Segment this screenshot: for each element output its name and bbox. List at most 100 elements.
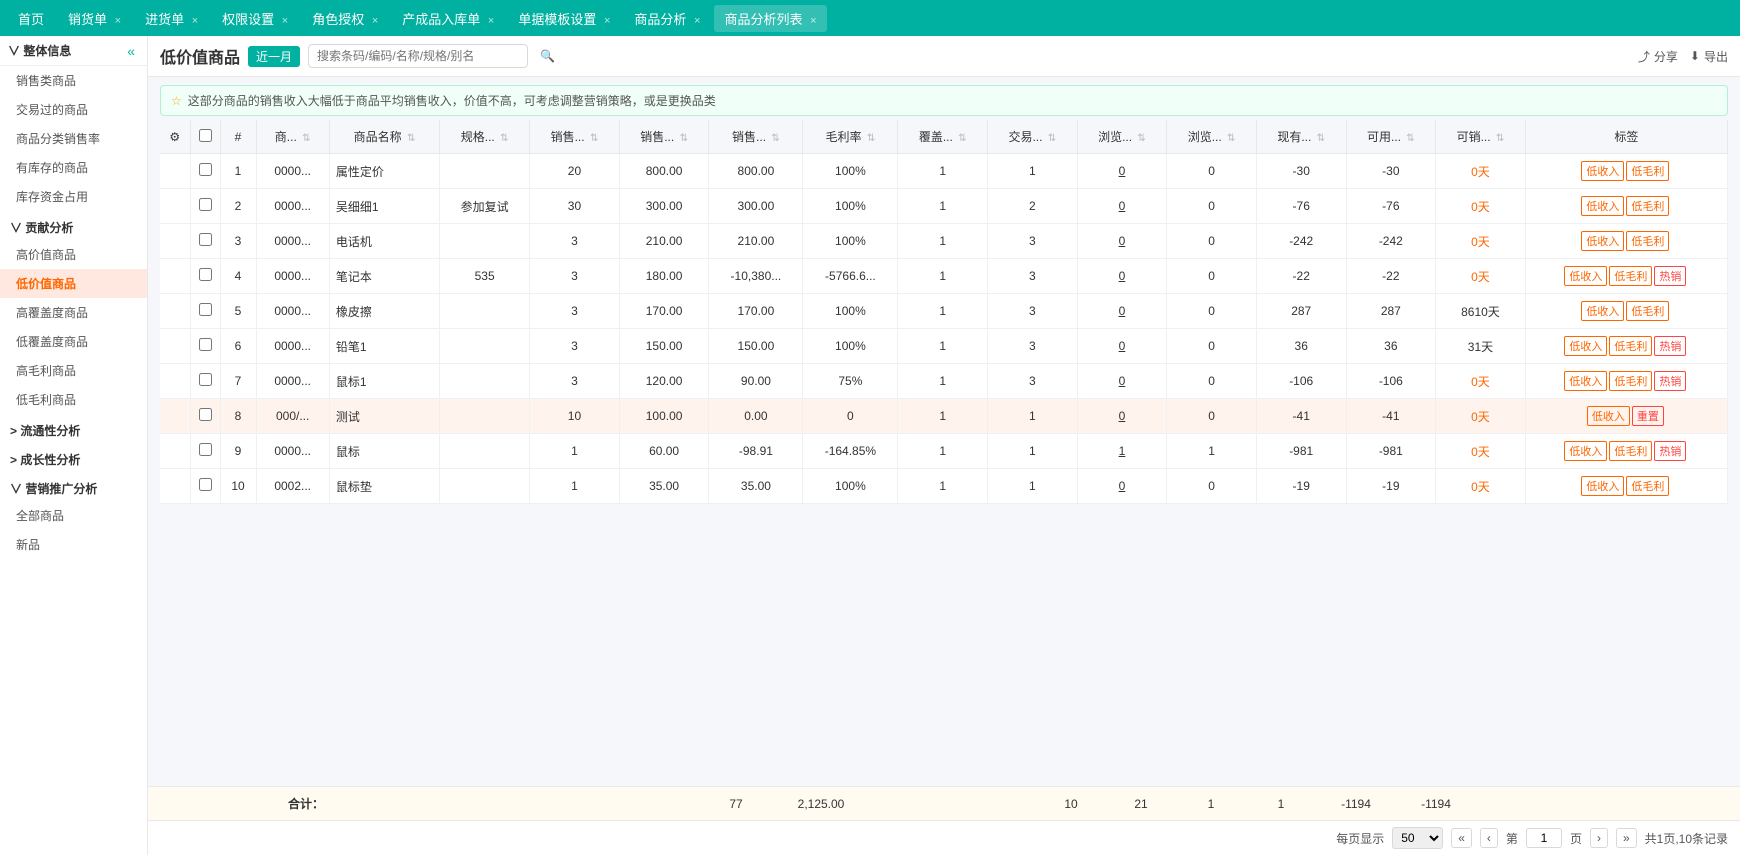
gear-cell[interactable]: [160, 294, 190, 329]
last-page-btn[interactable]: »: [1616, 828, 1637, 848]
row-code: 0000...: [256, 224, 329, 259]
nav-item-perm[interactable]: 权限设置 ×: [212, 5, 298, 32]
sidebar-collapse-btn[interactable]: «: [123, 43, 139, 59]
tag-badge: 低收入: [1581, 196, 1624, 216]
checkbox-cell[interactable]: [190, 469, 220, 504]
row-view1[interactable]: 0: [1077, 329, 1167, 364]
sidebar-item-high-coverage[interactable]: 高覆盖度商品: [0, 298, 147, 327]
search-input[interactable]: [308, 44, 528, 68]
col-view1[interactable]: 浏览... ⇅: [1077, 120, 1167, 154]
gear-cell[interactable]: [160, 224, 190, 259]
nav-item-purchase[interactable]: 进货单 ×: [135, 5, 208, 32]
checkbox-cell[interactable]: [190, 189, 220, 224]
row-view1[interactable]: 0: [1077, 399, 1167, 434]
sidebar-item-stock-capital[interactable]: 库存资金占用: [0, 182, 147, 211]
row-cov: 1: [898, 364, 988, 399]
gear-cell[interactable]: [160, 329, 190, 364]
row-checkbox[interactable]: [199, 233, 212, 246]
row-checkbox[interactable]: [199, 478, 212, 491]
gear-cell[interactable]: [160, 434, 190, 469]
row-view1[interactable]: 1: [1077, 434, 1167, 469]
col-sales-qty[interactable]: 销售... ⇅: [530, 120, 620, 154]
checkbox-cell[interactable]: [190, 224, 220, 259]
sidebar-item-traded-goods[interactable]: 交易过的商品: [0, 95, 147, 124]
row-checkbox[interactable]: [199, 163, 212, 176]
sidebar-item-high-profit[interactable]: 高毛利商品: [0, 356, 147, 385]
checkbox-cell[interactable]: [190, 399, 220, 434]
checkbox-cell[interactable]: [190, 364, 220, 399]
row-days: 0天: [1436, 434, 1526, 469]
col-code[interactable]: 商... ⇅: [256, 120, 329, 154]
col-gross-rate[interactable]: 毛利率 ⇅: [803, 120, 898, 154]
table-row: 2 0000... 吴细细1 参加复试 30 300.00 300.00 100…: [160, 189, 1728, 224]
col-stock3[interactable]: 可销... ⇅: [1436, 120, 1526, 154]
col-trade[interactable]: 交易... ⇅: [988, 120, 1078, 154]
row-checkbox[interactable]: [199, 373, 212, 386]
sidebar-item-low-value[interactable]: 低价值商品: [0, 269, 147, 298]
gear-cell[interactable]: [160, 189, 190, 224]
gear-cell[interactable]: [160, 259, 190, 294]
sidebar-group-growth[interactable]: > 成长性分析: [0, 443, 147, 472]
col-view2[interactable]: 浏览... ⇅: [1167, 120, 1257, 154]
col-stock2[interactable]: 可用... ⇅: [1346, 120, 1436, 154]
col-gear[interactable]: ⚙: [160, 120, 190, 154]
row-checkbox[interactable]: [199, 303, 212, 316]
row-checkbox[interactable]: [199, 338, 212, 351]
sidebar-item-all-goods[interactable]: 全部商品: [0, 501, 147, 530]
row-view1[interactable]: 0: [1077, 224, 1167, 259]
sidebar-item-stock-goods[interactable]: 有库存的商品: [0, 153, 147, 182]
checkbox-cell[interactable]: [190, 294, 220, 329]
gear-cell[interactable]: [160, 399, 190, 434]
col-sales-profit[interactable]: 销售... ⇅: [709, 120, 803, 154]
sidebar-item-category-rate[interactable]: 商品分类销售率: [0, 124, 147, 153]
col-stock1[interactable]: 现有... ⇅: [1256, 120, 1346, 154]
checkbox-cell[interactable]: [190, 434, 220, 469]
col-spec[interactable]: 规格... ⇅: [440, 120, 530, 154]
row-checkbox[interactable]: [199, 443, 212, 456]
gear-cell[interactable]: [160, 364, 190, 399]
checkbox-cell[interactable]: [190, 154, 220, 189]
row-checkbox[interactable]: [199, 268, 212, 281]
sidebar-item-new-goods[interactable]: 新品: [0, 530, 147, 559]
nav-item-goods-analysis[interactable]: 商品分析 ×: [624, 5, 710, 32]
share-button[interactable]: ⤴ 分享: [1638, 48, 1678, 65]
row-view1[interactable]: 0: [1077, 294, 1167, 329]
tag-badge: 低毛利: [1609, 336, 1652, 356]
row-view1[interactable]: 0: [1077, 259, 1167, 294]
col-coverage[interactable]: 覆盖... ⇅: [898, 120, 988, 154]
nav-item-goods-list[interactable]: 商品分析列表 ×: [714, 5, 826, 32]
row-checkbox[interactable]: [199, 198, 212, 211]
per-page-select[interactable]: 50 100 200: [1392, 827, 1443, 849]
sidebar-item-high-value[interactable]: 高价值商品: [0, 240, 147, 269]
search-icon[interactable]: 🔍: [540, 49, 555, 63]
row-view1[interactable]: 0: [1077, 154, 1167, 189]
col-checkbox[interactable]: [190, 120, 220, 154]
first-page-btn[interactable]: «: [1451, 828, 1472, 848]
row-view1[interactable]: 0: [1077, 469, 1167, 504]
sidebar-item-low-profit[interactable]: 低毛利商品: [0, 385, 147, 414]
col-sales-amt[interactable]: 销售... ⇅: [619, 120, 709, 154]
nav-item-template[interactable]: 单据模板设置 ×: [508, 5, 620, 32]
prev-page-btn[interactable]: ‹: [1480, 828, 1498, 848]
nav-item-home[interactable]: 首页: [8, 5, 54, 32]
sidebar-group-flow[interactable]: > 流通性分析: [0, 414, 147, 443]
select-all-checkbox[interactable]: [199, 129, 212, 142]
nav-item-instock[interactable]: 产成品入库单 ×: [392, 5, 504, 32]
row-checkbox[interactable]: [199, 408, 212, 421]
time-badge[interactable]: 近一月: [248, 46, 300, 67]
page-input[interactable]: [1526, 828, 1562, 848]
row-view1[interactable]: 0: [1077, 189, 1167, 224]
gear-cell[interactable]: [160, 469, 190, 504]
checkbox-cell[interactable]: [190, 329, 220, 364]
table-wrapper[interactable]: ⚙ # 商... ⇅ 商品名称 ⇅ 规格... ⇅ 销售... ⇅ 销售... …: [148, 120, 1740, 786]
sidebar-item-low-coverage[interactable]: 低覆盖度商品: [0, 327, 147, 356]
col-name[interactable]: 商品名称 ⇅: [329, 120, 439, 154]
sidebar-item-sales-goods[interactable]: 销售类商品: [0, 66, 147, 95]
gear-cell[interactable]: [160, 154, 190, 189]
export-button[interactable]: ⬇ 导出: [1690, 48, 1728, 65]
next-page-btn[interactable]: ›: [1590, 828, 1608, 848]
nav-item-role[interactable]: 角色授权 ×: [302, 5, 388, 32]
nav-item-sales[interactable]: 销货单 ×: [58, 5, 131, 32]
row-view1[interactable]: 0: [1077, 364, 1167, 399]
checkbox-cell[interactable]: [190, 259, 220, 294]
